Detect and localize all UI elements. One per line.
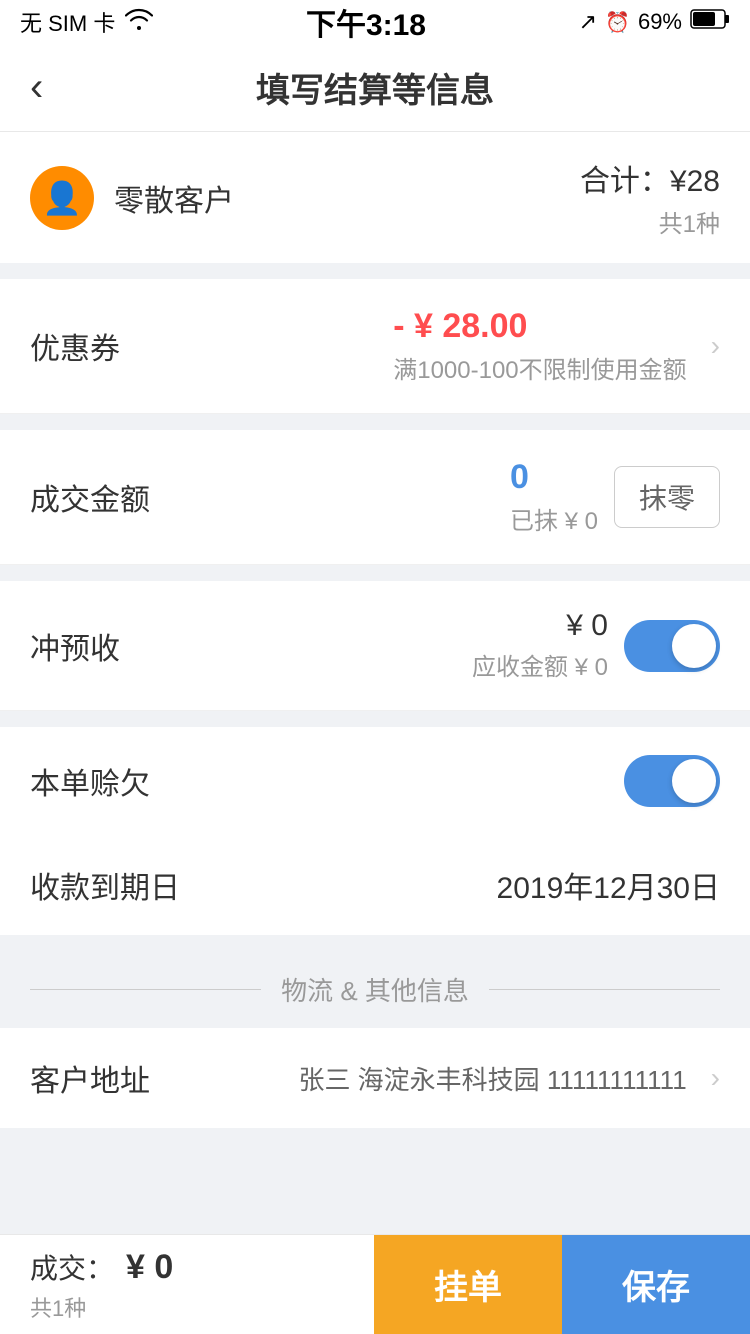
summary-label: 成交： [30,1247,114,1287]
summary-amount: ¥ 0 [126,1248,173,1287]
debt-toggle[interactable] [624,755,720,807]
avatar-icon: 👤 [42,179,82,217]
battery-icon [690,8,730,36]
address-section: 客户地址 张三 海淀永丰科技园 11111111111 › [0,1028,750,1128]
chevron-right-icon: › [711,330,720,362]
deal-amount-label: 成交金额 [30,475,150,519]
avatar: 👤 [30,166,94,230]
logistics-label: 物流 & 其他信息 [281,971,469,1008]
logistics-line-right [489,989,720,990]
bottom-summary: 成交： ¥ 0 共1种 [0,1247,374,1323]
prepay-right: ¥ 0 应收金额 ¥ 0 [472,609,720,682]
customer-name: 零散客户 [114,176,234,220]
round-button[interactable]: 抹零 [614,466,720,528]
status-time: 下午3:18 [306,0,426,44]
coupon-row[interactable]: 优惠券 - ¥ 28.00 满1000-100不限制使用金额 › [0,279,750,414]
customer-total: 合计：¥28 [580,156,720,200]
deal-prepay-section: 成交金额 0 已抹 ¥ 0 抹零 冲预收 ¥ 0 应收金额 ¥ 0 [0,430,750,711]
address-right: 张三 海淀永丰科技园 11111111111 › [298,1060,720,1097]
coupon-label: 优惠券 [30,324,120,368]
customer-row: 👤 零散客户 合计：¥28 共1种 [0,132,750,263]
prepay-toggle[interactable] [624,620,720,672]
toggle-knob [672,624,716,668]
coupon-value: - ¥ 28.00 [393,307,686,346]
status-bar: 无 SIM 卡 下午3:18 ↗ ⏰ 69% [0,0,750,44]
logistics-header: 物流 & 其他信息 [0,951,750,1028]
summary-count: 共1种 [30,1291,344,1323]
address-value: 张三 海淀永丰科技园 11111111111 [298,1060,686,1097]
coupon-section: 优惠券 - ¥ 28.00 满1000-100不限制使用金额 › [0,279,750,414]
nav-bar: ‹ 填写结算等信息 [0,44,750,132]
debt-label: 本单赊欠 [30,759,150,803]
due-date-label: 收款到期日 [30,863,180,907]
toggle-knob-debt [672,759,716,803]
save-button[interactable]: 保存 [562,1235,750,1334]
section-divider-1 [0,565,750,581]
address-chevron-icon: › [711,1062,720,1094]
deal-amount-right: 0 已抹 ¥ 0 抹零 [510,458,720,536]
location-icon: ↗ [579,9,597,35]
page-content: 👤 零散客户 合计：¥28 共1种 优惠券 - ¥ 28.00 满1000-10… [0,132,750,1264]
page-title: 填写结算等信息 [256,63,494,112]
debt-section: 本单赊欠 收款到期日 2019年12月30日 [0,727,750,935]
customer-info-left: 👤 零散客户 [30,166,234,230]
address-row[interactable]: 客户地址 张三 海淀永丰科技园 11111111111 › [0,1028,750,1128]
debt-row: 本单赊欠 [0,727,750,835]
deal-amount-value: 0 [510,458,598,497]
status-right: ↗ ⏰ 69% [579,8,730,36]
bottom-bar: 成交： ¥ 0 共1种 挂单 保存 [0,1234,750,1334]
coupon-right: - ¥ 28.00 满1000-100不限制使用金额 › [393,307,720,385]
status-left: 无 SIM 卡 [20,6,153,38]
hang-single-button[interactable]: 挂单 [374,1235,562,1334]
alarm-icon: ⏰ [605,10,630,35]
summary-top: 成交： ¥ 0 [30,1247,344,1287]
prepay-label: 冲预收 [30,624,120,668]
prepay-row: 冲预收 ¥ 0 应收金额 ¥ 0 [0,581,750,711]
customer-count: 共1种 [580,204,720,239]
deal-amount-sub: 已抹 ¥ 0 [510,501,598,536]
prepay-value: ¥ 0 [472,609,608,643]
due-date-row: 收款到期日 2019年12月30日 [0,835,750,935]
logistics-line-left [30,989,261,990]
due-date-value: 2019年12月30日 [497,863,720,907]
customer-info-right: 合计：¥28 共1种 [580,156,720,239]
deal-amount-row: 成交金额 0 已抹 ¥ 0 抹零 [0,430,750,565]
no-sim-label: 无 SIM 卡 [20,6,115,38]
prepay-sub: 应收金额 ¥ 0 [472,647,608,682]
address-label: 客户地址 [30,1056,150,1100]
back-button[interactable]: ‹ [30,65,43,110]
back-icon: ‹ [30,65,43,109]
battery-label: 69% [638,9,682,35]
coupon-sub: 满1000-100不限制使用金额 [393,350,686,385]
wifi-icon [125,8,153,36]
